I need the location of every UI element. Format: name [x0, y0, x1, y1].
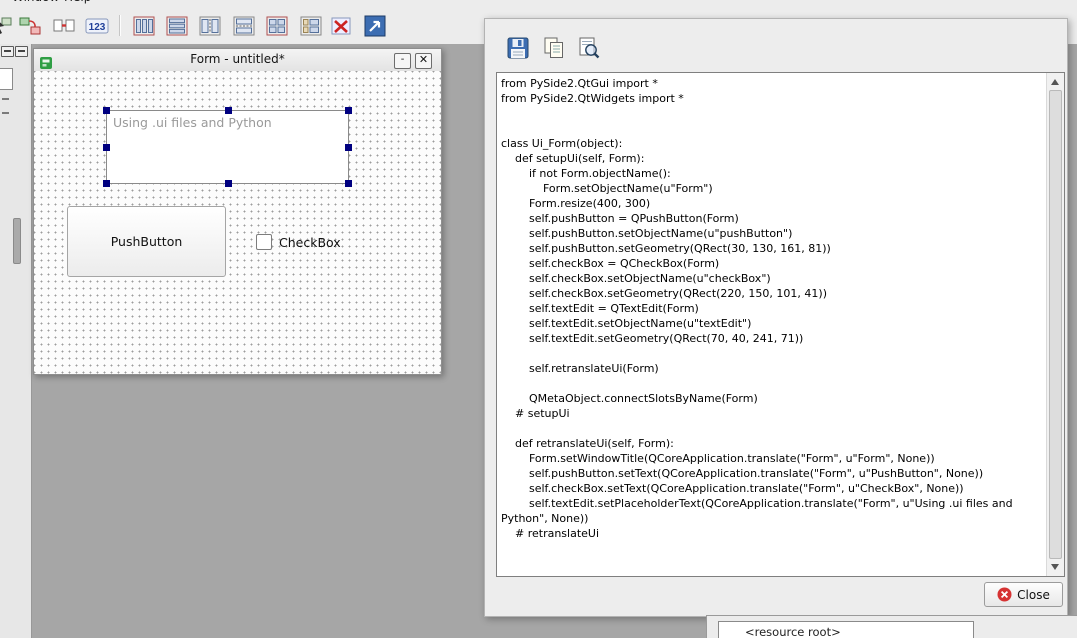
selection-handle[interactable]	[345, 144, 352, 151]
checkbox-widget[interactable]: CheckBox	[256, 234, 341, 250]
widget-box-dock	[0, 44, 32, 638]
dock-close-icon	[18, 50, 25, 52]
widgetbox-item-icon	[2, 112, 9, 114]
layout-splitter-horizontal-icon	[199, 15, 223, 37]
edit-signals-slots-icon	[19, 15, 43, 37]
tab-order-digits: 123	[89, 22, 106, 33]
edit-tab-order-button[interactable]: 123	[82, 11, 112, 41]
selection-handle[interactable]	[103, 107, 110, 114]
form-canvas[interactable]: Using .ui files and Python PushButton Ch…	[34, 71, 441, 374]
form-window-title: Form - untitled*	[34, 52, 441, 66]
copy-icon	[542, 48, 566, 63]
selection-handle[interactable]	[103, 180, 110, 187]
break-layout-icon	[330, 15, 354, 37]
edit-signals-slots-button[interactable]	[16, 11, 46, 41]
checkbox-box[interactable]	[256, 234, 272, 250]
toolbar-separator	[119, 15, 121, 36]
selection-handle[interactable]	[345, 107, 352, 114]
layout-grid-button[interactable]	[263, 11, 293, 41]
dock-close-button[interactable]	[15, 46, 28, 57]
layout-form-button[interactable]	[297, 11, 327, 41]
copy-button[interactable]	[539, 34, 569, 64]
adjust-size-button[interactable]	[360, 11, 390, 41]
edit-widgets-icon	[0, 15, 15, 37]
pushbutton-widget[interactable]: PushButton	[67, 206, 226, 277]
textedit-widget[interactable]: Using .ui files and Python	[106, 110, 349, 184]
layout-splitter-horizontal-button[interactable]	[196, 11, 226, 41]
selection-handle[interactable]	[103, 144, 110, 151]
qt-designer-app: Window Help 123	[0, 0, 1077, 638]
code-editor[interactable]: from PySide2.QtGui import * from PySide2…	[496, 72, 1065, 577]
layout-vertical-icon	[166, 15, 190, 37]
layout-form-icon	[300, 15, 324, 37]
resource-root-item[interactable]: <resource root>	[719, 622, 973, 638]
layout-vertical-button[interactable]	[163, 11, 193, 41]
edit-tab-order-icon: 123	[85, 15, 109, 37]
code-preview-dialog: from PySide2.QtGui import * from PySide2…	[484, 18, 1068, 617]
selection-handle[interactable]	[225, 180, 232, 187]
selection-handle[interactable]	[345, 180, 352, 187]
adjust-size-icon	[363, 14, 387, 38]
close-x-icon	[997, 587, 1012, 602]
dock-float-button[interactable]	[1, 46, 14, 57]
code-text[interactable]: from PySide2.QtGui import * from PySide2…	[501, 76, 1043, 574]
menu-window[interactable]: Window	[12, 0, 59, 4]
break-layout-button[interactable]	[327, 11, 357, 41]
textedit-placeholder: Using .ui files and Python	[107, 111, 348, 134]
edit-buddies-button[interactable]	[50, 11, 80, 41]
dock-float-icon	[4, 50, 11, 52]
resource-browser-dock: <resource root>	[706, 615, 1077, 638]
form-close-button[interactable]: ✕	[415, 53, 432, 69]
widgetbox-item-icon	[2, 98, 9, 100]
scroll-down-icon[interactable]	[1051, 564, 1059, 570]
menubar: Window Help	[0, 0, 160, 9]
form-minimize-button[interactable]: -	[394, 53, 411, 69]
find-icon	[577, 48, 601, 63]
form-window-titlebar[interactable]: Form - untitled* - ✕	[34, 49, 441, 72]
layout-splitter-vertical-icon	[233, 15, 257, 37]
layout-horizontal-icon	[133, 15, 157, 37]
widgetbox-scrollbar-thumb[interactable]	[13, 218, 21, 264]
layout-grid-icon	[266, 15, 290, 37]
resource-tree[interactable]: <resource root>	[718, 621, 974, 638]
menu-help[interactable]: Help	[64, 0, 91, 4]
widget-filter-input[interactable]	[0, 68, 13, 90]
code-scrollbar-thumb[interactable]	[1049, 90, 1062, 559]
save-icon	[506, 48, 530, 63]
selection-handle[interactable]	[225, 107, 232, 114]
edit-buddies-icon	[53, 15, 77, 37]
form-designer-window: Form - untitled* - ✕ Using .ui files and…	[33, 48, 442, 375]
close-button-label: Close	[1017, 588, 1050, 602]
code-scrollbar[interactable]	[1046, 73, 1064, 576]
scroll-up-icon[interactable]	[1051, 79, 1059, 85]
close-button[interactable]: Close	[984, 582, 1063, 607]
save-button[interactable]	[503, 34, 533, 64]
layout-horizontal-button[interactable]	[130, 11, 160, 41]
layout-splitter-vertical-button[interactable]	[230, 11, 260, 41]
find-button[interactable]	[574, 34, 604, 64]
checkbox-label: CheckBox	[279, 235, 341, 250]
